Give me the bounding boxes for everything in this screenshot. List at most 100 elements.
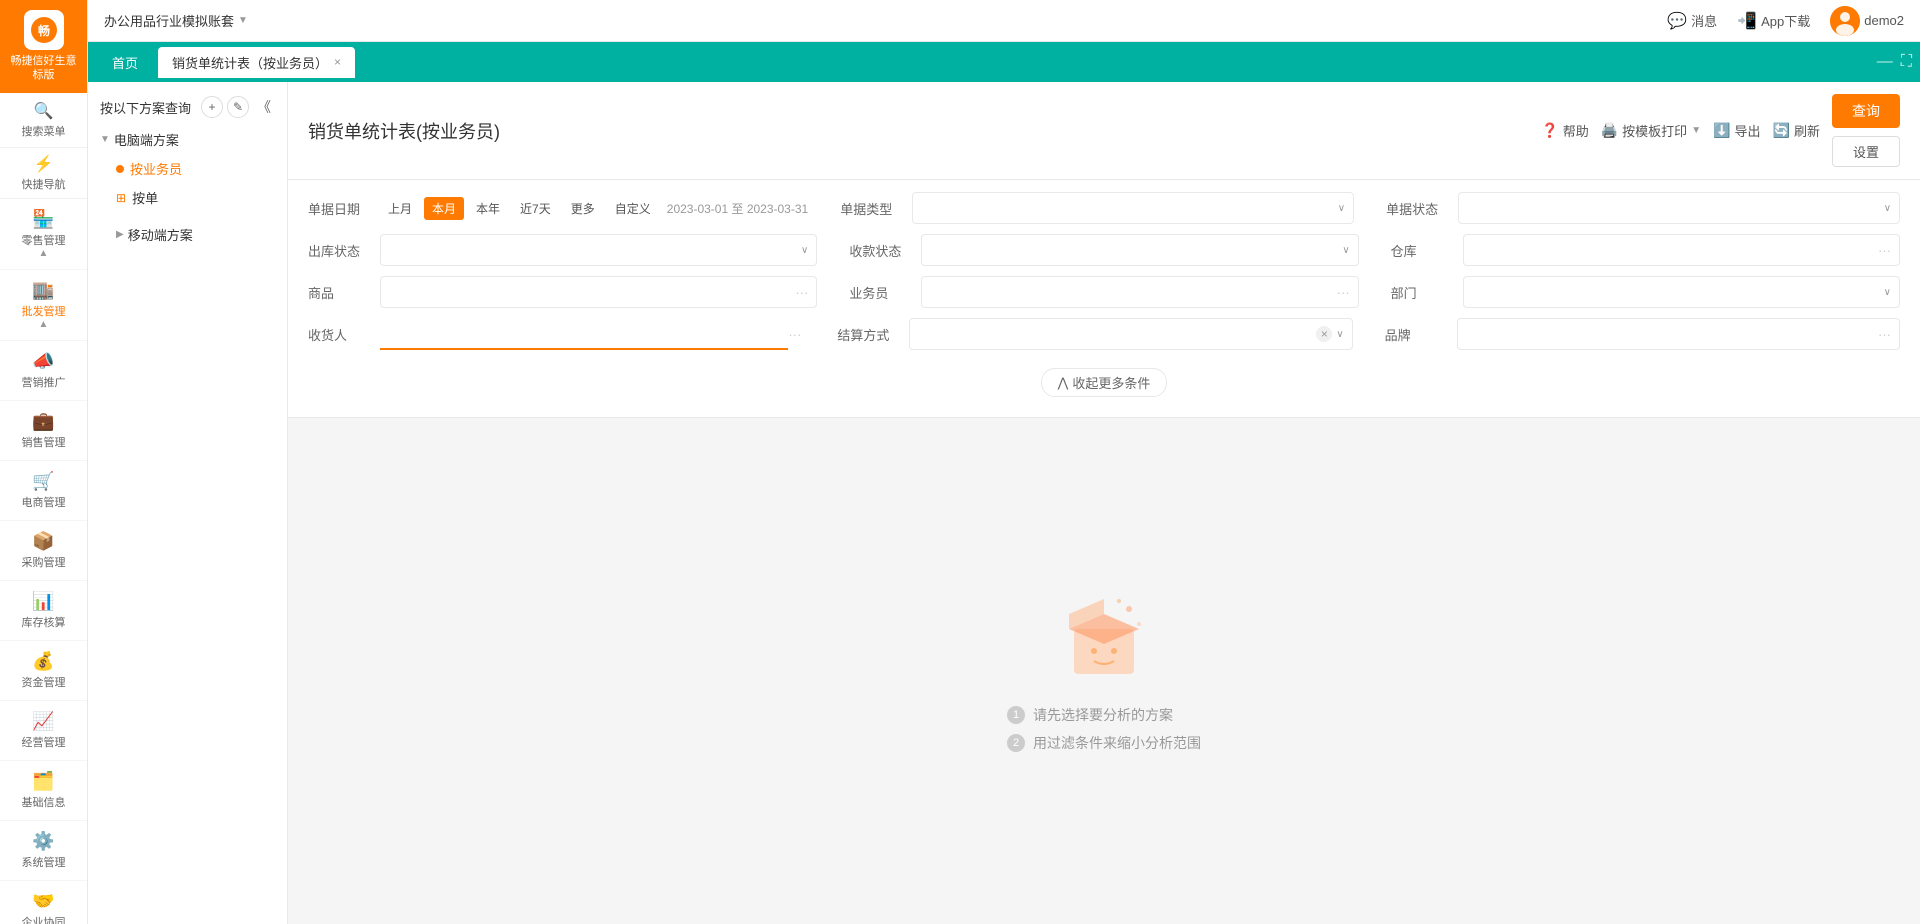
app-title: 办公用品行业模拟账套 [104, 11, 234, 30]
retail-arrow: ▲ [39, 248, 49, 259]
order-type-label: 单据类型 [840, 199, 900, 218]
warehouse-select[interactable]: ··· [1463, 234, 1900, 266]
sidebar-item-finance[interactable]: 💰 资金管理 [0, 641, 87, 701]
salesperson-more: ··· [1337, 285, 1350, 300]
quick-nav[interactable]: ⚡ 快捷导航 [0, 148, 87, 199]
tab-active[interactable]: 销货单统计表（按业务员） × [158, 47, 355, 78]
sidebar-item-management[interactable]: 📈 经营管理 [0, 701, 87, 761]
collapse-up-icon: ⋀ [1058, 375, 1069, 391]
sidebar-system-label: 系统管理 [22, 854, 66, 870]
panel-add-btn[interactable]: + [201, 96, 223, 118]
wholesale-arrow: ▲ [39, 319, 49, 330]
desktop-scheme-title[interactable]: ▼ 电脑端方案 [100, 126, 275, 153]
tab-home[interactable]: 首页 [96, 47, 154, 78]
panel-actions: + ✎ 《 [201, 96, 275, 118]
payment-clear-btn[interactable]: × [1316, 326, 1332, 342]
payment-arrow: ∨ [1336, 329, 1343, 340]
tab-actions: — ⛶ [1877, 53, 1912, 71]
user-profile[interactable]: demo2 [1830, 6, 1904, 36]
collapse-label: 收起更多条件 [1072, 373, 1150, 392]
retail-icon: 🏪 [32, 209, 54, 230]
tab-minimize-btn[interactable]: — [1877, 53, 1893, 71]
date-more[interactable]: 更多 [563, 197, 603, 220]
help-icon: ❓ [1541, 122, 1558, 139]
query-button[interactable]: 查询 [1832, 94, 1900, 128]
app-selector-arrow: ▼ [238, 15, 248, 26]
mobile-scheme-title[interactable]: ▶ 移动端方案 [100, 219, 275, 250]
empty-state: 1 请先选择要分析的方案 2 用过滤条件来缩小分析范围 [1007, 589, 1201, 753]
tab-close-btn[interactable]: × [334, 55, 341, 69]
sidebar-wholesale-label: 批发管理 [22, 303, 66, 319]
logo-icon: 畅 [24, 10, 64, 50]
sidebar-item-wholesale[interactable]: 🏬 批发管理 ▲ [0, 270, 87, 341]
help-btn[interactable]: ❓ 帮助 [1541, 121, 1588, 140]
content-area: 按以下方案查询 + ✎ 《 ▼ 电脑端方案 [88, 82, 1920, 924]
basic-icon: 🗂️ [32, 771, 54, 792]
order-status-select[interactable]: ∨ [1458, 192, 1900, 224]
print-btn[interactable]: 🖨️ 按模板打印 ▼ [1601, 121, 1701, 140]
sidebar-item-purchase[interactable]: 📦 采购管理 [0, 521, 87, 581]
sidebar-item-retail[interactable]: 🏪 零售管理 ▲ [0, 199, 87, 270]
tab-expand-btn[interactable]: ⛶ [1901, 53, 1912, 71]
sidebar-item-enterprise[interactable]: 🤝 企业协同 [0, 881, 87, 924]
refresh-icon: 🔄 [1773, 122, 1790, 139]
date-this-year[interactable]: 本年 [468, 197, 508, 220]
sub-icon: ⊞ [116, 191, 126, 205]
filter-row-1: 单据日期 上月 本月 本年 近7天 更多 自定义 2023-03-01 至 20… [308, 192, 1900, 224]
date-7days[interactable]: 近7天 [512, 197, 559, 220]
sidebar-sales-label: 销售管理 [22, 434, 66, 450]
sidebar-item-ecommerce[interactable]: 🛒 电商管理 [0, 461, 87, 521]
sidebar-item-marketing[interactable]: 📣 营销推广 [0, 341, 87, 401]
department-select[interactable]: ∨ [1463, 276, 1900, 308]
ecommerce-icon: 🛒 [32, 471, 54, 492]
mobile-label: 移动端方案 [128, 225, 193, 244]
order-type-arrow: ∨ [1338, 203, 1345, 214]
sidebar-logo[interactable]: 畅 畅捷信好生意 标版 [0, 0, 87, 93]
tip-1: 1 请先选择要分析的方案 [1007, 705, 1201, 725]
receive-status-select[interactable]: ∨ [921, 234, 1358, 266]
tip-num-1: 1 [1007, 706, 1025, 724]
app-selector[interactable]: 办公用品行业模拟账套 ▼ [104, 11, 248, 30]
scheme-by-salesperson[interactable]: 按业务员 [100, 153, 275, 184]
order-type-select[interactable]: ∨ [912, 192, 1354, 224]
sidebar-management-label: 经营管理 [22, 734, 66, 750]
download-icon: 📲 [1737, 11, 1757, 31]
sidebar-purchase-label: 采购管理 [22, 554, 66, 570]
message-btn[interactable]: 💬 消息 [1667, 11, 1717, 31]
export-label: 导出 [1735, 121, 1761, 140]
panel-collapse-btn[interactable]: 《 [253, 96, 275, 118]
product-select[interactable]: ··· [380, 276, 817, 308]
receiver-field: ··· [380, 318, 805, 350]
export-btn[interactable]: ⬇️ 导出 [1713, 121, 1760, 140]
collapse-filters-btn[interactable]: ⋀ 收起更多条件 [1041, 368, 1168, 397]
receiver-input[interactable] [380, 318, 788, 350]
sidebar-item-basic[interactable]: 🗂️ 基础信息 [0, 761, 87, 821]
settings-button[interactable]: 设置 [1832, 136, 1900, 167]
edit-icon: ✎ [233, 100, 243, 114]
order-status-arrow: ∨ [1884, 203, 1891, 214]
search-menu[interactable]: 🔍 搜索菜单 [0, 93, 87, 148]
tip-1-text: 请先选择要分析的方案 [1033, 705, 1173, 725]
search-icon: 🔍 [34, 101, 54, 121]
desktop-arrow: ▼ [100, 134, 110, 145]
refresh-btn[interactable]: 🔄 刷新 [1773, 121, 1820, 140]
sidebar-item-inventory[interactable]: 📊 库存核算 [0, 581, 87, 641]
date-last-month[interactable]: 上月 [380, 197, 420, 220]
filter-row-4: 收货人 ··· 结算方式 × ∨ 品牌 [308, 318, 1900, 350]
app-download-btn[interactable]: 📲 App下载 [1737, 11, 1810, 31]
salesperson-select[interactable]: ··· [921, 276, 1358, 308]
date-custom[interactable]: 自定义 [607, 197, 659, 220]
sidebar-item-sales[interactable]: 💼 销售管理 [0, 401, 87, 461]
date-this-month[interactable]: 本月 [424, 197, 464, 220]
collapse-icon: 《 [257, 97, 271, 117]
message-label: 消息 [1691, 11, 1717, 30]
scheme-by-order[interactable]: ⊞ 按单 [100, 184, 275, 211]
panel-edit-btn[interactable]: ✎ [227, 96, 249, 118]
sidebar-item-system[interactable]: ⚙️ 系统管理 [0, 821, 87, 881]
out-status-select[interactable]: ∨ [380, 234, 817, 266]
brand-select[interactable]: ··· [1457, 318, 1900, 350]
product-more: ··· [795, 285, 808, 300]
panel-header: 按以下方案查询 + ✎ 《 [88, 92, 287, 126]
department-arrow: ∨ [1884, 287, 1891, 298]
payment-select[interactable]: × ∨ [909, 318, 1352, 350]
